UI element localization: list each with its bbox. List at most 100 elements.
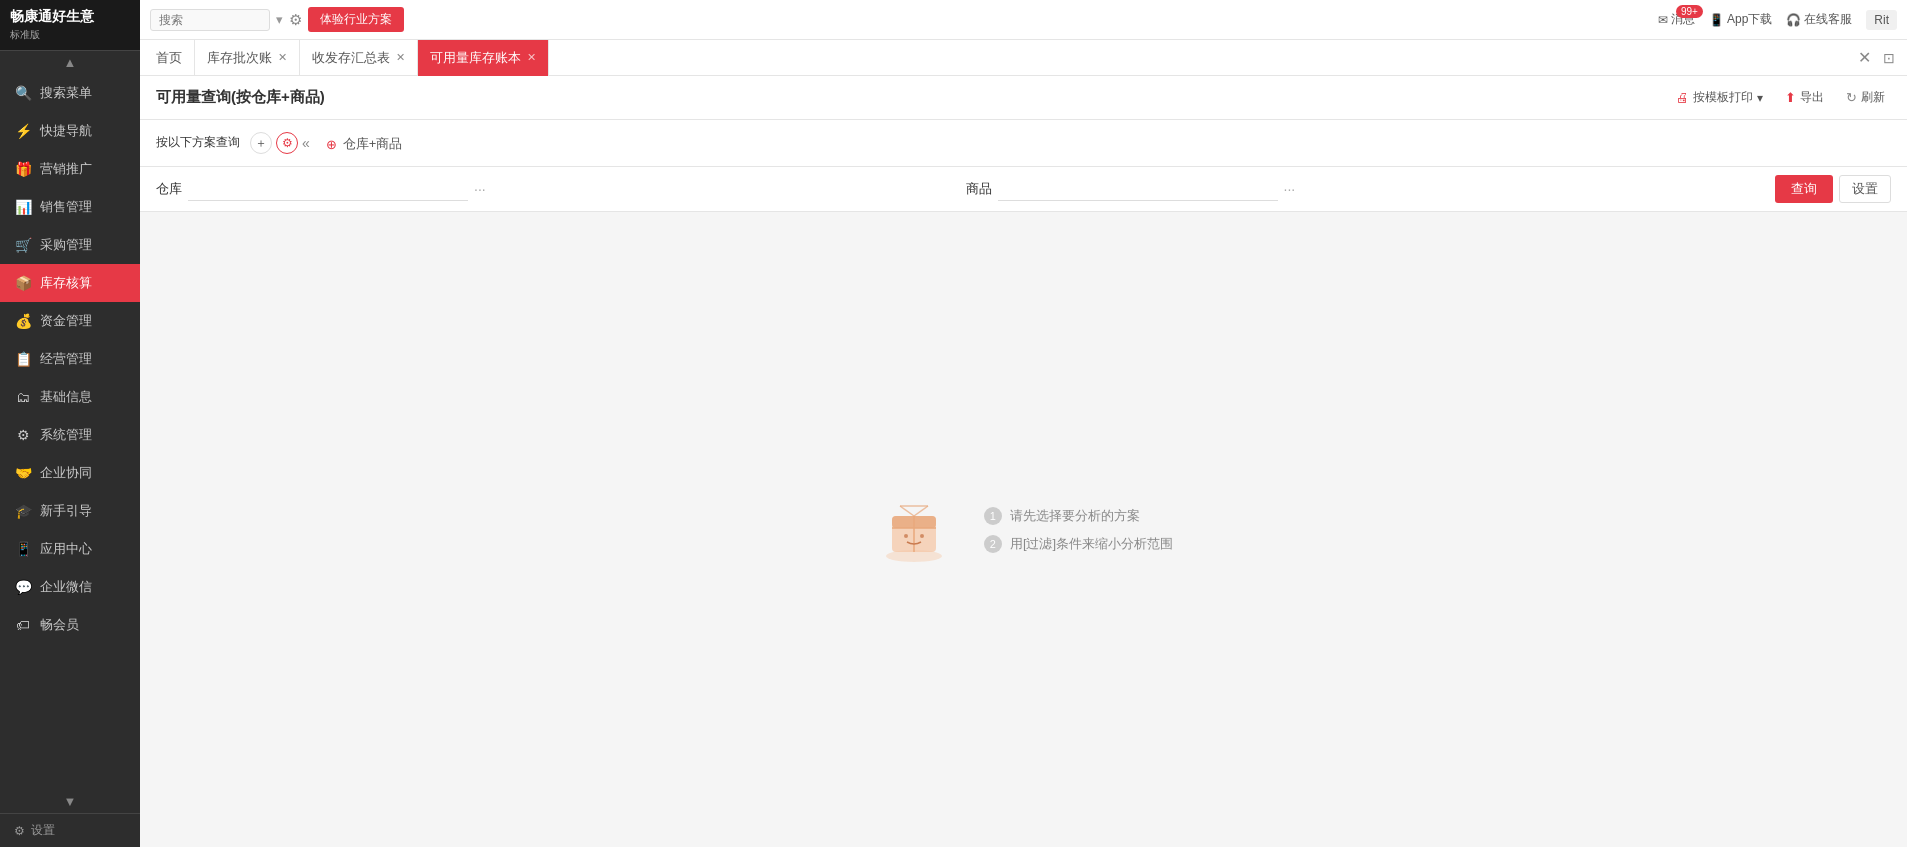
empty-box-svg	[874, 488, 954, 568]
sidebar-item-quick-nav[interactable]: ⚡ 快捷导航	[0, 112, 140, 150]
user-name: Rit	[1874, 13, 1889, 27]
sidebar-footer-settings[interactable]: ⚙ 设置	[0, 813, 140, 847]
online-service-btn[interactable]: 🎧 在线客服	[1786, 11, 1852, 28]
sidebar-item-purchase[interactable]: 🛒 采购管理	[0, 226, 140, 264]
sidebar-item-sales[interactable]: 📊 销售管理	[0, 188, 140, 226]
svg-point-6	[920, 534, 924, 538]
export-btn[interactable]: ⬆ 导出	[1779, 86, 1830, 109]
content-area: 可用量查询(按仓库+商品) 🖨 按模板打印 ▾ ⬆ 导出 ↻ 刷新 按以下方案	[140, 76, 1907, 847]
settings-icon: ⚙	[14, 824, 25, 838]
print-chevron-icon: ▾	[1757, 91, 1763, 105]
sidebar-item-search[interactable]: 🔍 搜索菜单	[0, 74, 140, 112]
export-label: 导出	[1800, 89, 1824, 106]
tab-available-ledger[interactable]: 可用量库存账本 ✕	[418, 40, 549, 76]
sidebar-logo: 畅康通好生意	[10, 8, 94, 26]
sidebar-scroll-down[interactable]: ▼	[0, 790, 140, 813]
sidebar-item-label: 企业协同	[40, 464, 92, 482]
system-icon: ⚙	[14, 427, 32, 443]
topbar: ▾ ⚙ 体验行业方案 ✉ 消息 99+ 📱 App下载 🎧 在线客服 Rit	[140, 0, 1907, 40]
sidebar-footer-label: 设置	[31, 822, 55, 839]
chevron-down-icon[interactable]: ▾	[276, 12, 283, 27]
expand-btn[interactable]: ⊡	[1879, 50, 1899, 66]
sidebar-scroll-up[interactable]: ▲	[0, 51, 140, 74]
sidebar-item-label: 采购管理	[40, 236, 92, 254]
tab-available-ledger-label: 可用量库存账本	[430, 49, 521, 67]
sidebar-item-newbie[interactable]: 🎓 新手引导	[0, 492, 140, 530]
home-label: 首页	[156, 49, 182, 67]
sidebar-item-label: 系统管理	[40, 426, 92, 444]
product-filter-input[interactable]	[998, 177, 1278, 201]
sidebar-item-wechat[interactable]: 💬 企业微信	[0, 568, 140, 606]
sidebar-item-marketing[interactable]: 🎁 营销推广	[0, 150, 140, 188]
settings-scheme-btn[interactable]: ⚙	[276, 132, 298, 154]
close-tab-btn[interactable]: ✕	[1854, 48, 1875, 67]
sidebar-item-enterprise[interactable]: 🤝 企业协同	[0, 454, 140, 492]
app-download-btn[interactable]: 📱 App下载	[1709, 11, 1772, 28]
message-btn[interactable]: ✉ 消息 99+	[1658, 11, 1695, 28]
close-icon[interactable]: ✕	[396, 51, 405, 64]
tab-deposit-summary[interactable]: 收发存汇总表 ✕	[300, 40, 418, 76]
add-scheme-btn[interactable]: ＋	[250, 132, 272, 154]
wechat-icon: 💬	[14, 579, 32, 595]
search-icon: 🔍	[14, 85, 32, 101]
empty-illustration	[874, 488, 954, 571]
scheme-item-icon: ⊕	[326, 137, 337, 152]
sidebar-item-label: 应用中心	[40, 540, 92, 558]
sidebar-item-label: 库存核算	[40, 274, 92, 292]
service-label: 在线客服	[1804, 11, 1852, 28]
warehouse-filter: 仓库 ···	[156, 177, 946, 201]
sidebar-item-app-center[interactable]: 📱 应用中心	[0, 530, 140, 568]
finance-icon: 💰	[14, 313, 32, 329]
product-filter-label: 商品	[966, 180, 992, 198]
app-label: App下载	[1727, 11, 1772, 28]
enterprise-icon: 🤝	[14, 465, 32, 481]
refresh-btn[interactable]: ↻ 刷新	[1840, 86, 1891, 109]
empty-text: 1 请先选择要分析的方案 2 用[过滤]条件来缩小分析范围	[984, 507, 1173, 553]
message-icon: ✉	[1658, 13, 1668, 27]
sidebar-item-label: 新手引导	[40, 502, 92, 520]
query-button[interactable]: 查询	[1775, 175, 1833, 203]
sidebar-item-operations[interactable]: 📋 经营管理	[0, 340, 140, 378]
sidebar-subtitle: 标准版	[10, 28, 40, 42]
tab-batch-ledger[interactable]: 库存批次账 ✕	[195, 40, 300, 76]
print-btn[interactable]: 🖨 按模板打印 ▾	[1670, 86, 1769, 109]
purchase-icon: 🛒	[14, 237, 32, 253]
close-icon[interactable]: ✕	[527, 51, 536, 64]
filter-actions: 查询 设置	[1775, 175, 1891, 203]
main-area: ▾ ⚙ 体验行业方案 ✉ 消息 99+ 📱 App下载 🎧 在线客服 Rit	[140, 0, 1907, 847]
close-icon[interactable]: ✕	[278, 51, 287, 64]
warehouse-filter-input[interactable]	[188, 177, 468, 201]
collapse-scheme-icon[interactable]: «	[302, 135, 310, 151]
warehouse-more-icon[interactable]: ···	[474, 181, 486, 197]
settings-button[interactable]: 设置	[1839, 175, 1891, 203]
industry-btn[interactable]: 体验行业方案	[308, 7, 404, 32]
message-badge: 99+	[1676, 5, 1703, 18]
scheme-item-label: 仓库+商品	[343, 135, 403, 153]
hint-num-1: 1	[984, 507, 1002, 525]
svg-line-8	[914, 506, 928, 516]
topbar-search-input[interactable]	[150, 9, 270, 31]
page-title: 可用量查询(按仓库+商品)	[156, 88, 325, 107]
tab-deposit-summary-label: 收发存汇总表	[312, 49, 390, 67]
refresh-icon: ↻	[1846, 90, 1857, 105]
scheme-item-warehouse-product[interactable]: ⊕ 仓库+商品	[320, 132, 409, 156]
sidebar-nav: 🔍 搜索菜单 ⚡ 快捷导航 🎁 营销推广 📊 销售管理 🛒 采购管理 📦 库存核…	[0, 74, 140, 790]
scheme-list: ⊕ 仓库+商品	[320, 130, 409, 156]
export-icon: ⬆	[1785, 90, 1796, 105]
user-info[interactable]: Rit	[1866, 10, 1897, 30]
product-more-icon[interactable]: ···	[1284, 181, 1296, 197]
sidebar-item-label: 经营管理	[40, 350, 92, 368]
sidebar-item-label: 快捷导航	[40, 122, 92, 140]
sidebar-item-system[interactable]: ⚙ 系统管理	[0, 416, 140, 454]
hint-text-2: 用[过滤]条件来缩小分析范围	[1010, 535, 1173, 553]
tab-home[interactable]: 首页	[144, 40, 195, 76]
sidebar-item-basic[interactable]: 🗂 基础信息	[0, 378, 140, 416]
sidebar-item-finance[interactable]: 💰 资金管理	[0, 302, 140, 340]
print-label: 按模板打印	[1693, 89, 1753, 106]
gear-icon[interactable]: ⚙	[289, 11, 302, 29]
inventory-icon: 📦	[14, 275, 32, 291]
tab-batch-ledger-label: 库存批次账	[207, 49, 272, 67]
sidebar-item-member[interactable]: 🏷 畅会员	[0, 606, 140, 644]
sidebar-item-inventory[interactable]: 📦 库存核算	[0, 264, 140, 302]
app-center-icon: 📱	[14, 541, 32, 557]
